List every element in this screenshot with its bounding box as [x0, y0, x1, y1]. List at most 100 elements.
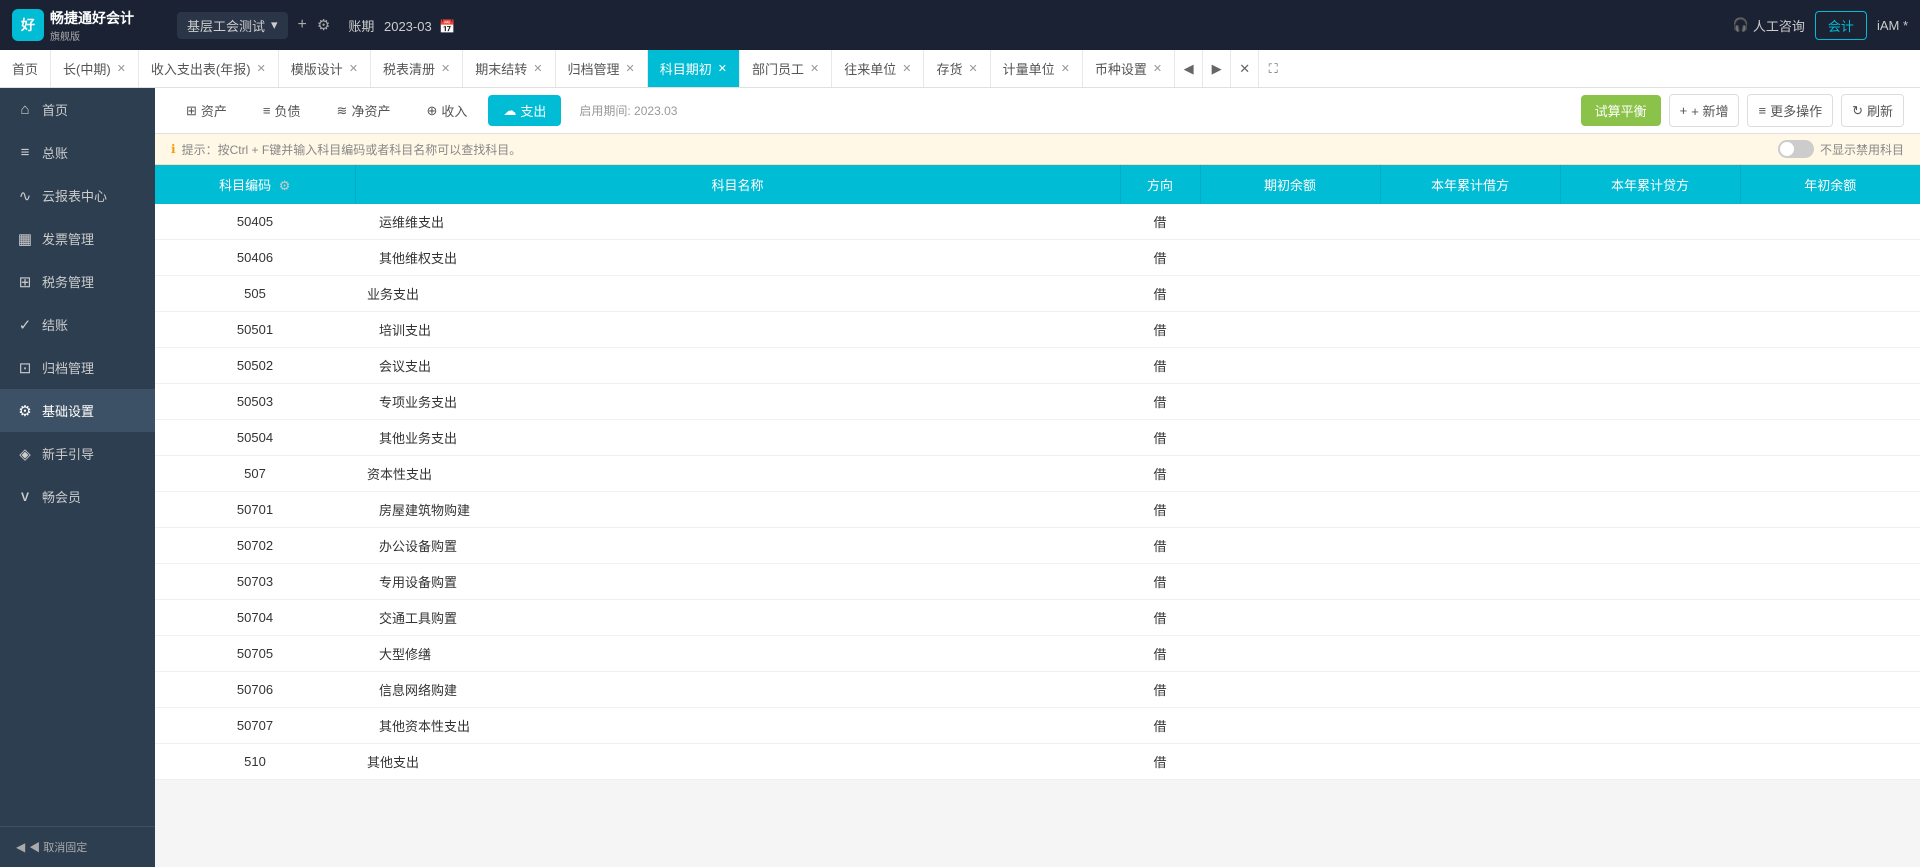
toolbar-right: 试算平衡 + + 新增 ≡ 更多操作 ↻ 刷新	[1581, 94, 1904, 127]
table-row[interactable]: 50502 会议支出 借	[155, 348, 1920, 384]
table-row[interactable]: 507 资本性支出 借	[155, 456, 1920, 492]
table-row[interactable]: 50702 办公设备购置 借	[155, 528, 1920, 564]
more-button[interactable]: ≡ 更多操作	[1747, 94, 1833, 127]
period-info: 启用期间: 2023.03	[579, 102, 677, 119]
tab-archive[interactable]: 归档管理 ✕	[556, 50, 648, 88]
sidebar-item-report[interactable]: ∿ 云报表中心	[0, 174, 155, 217]
tab-balance[interactable]: 长(中期) ✕	[51, 50, 139, 88]
table-row[interactable]: 50503 专项业务支出 借	[155, 384, 1920, 420]
tab-close-template[interactable]: ✕	[349, 62, 358, 75]
tab-income[interactable]: 收入支出表(年报) ✕	[139, 50, 279, 88]
cell-name: 信息网络购建	[355, 672, 1120, 708]
tab-dept[interactable]: 部门员工 ✕	[740, 50, 832, 88]
table-row[interactable]: 50705 大型修缮 借	[155, 636, 1920, 672]
tab-close-income[interactable]: ✕	[257, 62, 266, 75]
cell-ytd-credit	[1560, 708, 1740, 744]
sidebar-item-archive[interactable]: ⊡ 归档管理	[0, 346, 155, 389]
table-row[interactable]: 50405 运维维支出 借	[155, 204, 1920, 240]
add-button[interactable]: + + 新增	[1669, 94, 1740, 127]
table-row[interactable]: 50701 房屋建筑物购建 借	[155, 492, 1920, 528]
cell-ytd-credit	[1560, 240, 1740, 276]
add-org-icon[interactable]: +	[298, 16, 307, 34]
cell-ytd-debit	[1380, 492, 1560, 528]
tab-period-end[interactable]: 期末结转 ✕	[463, 50, 555, 88]
cell-opening-balance	[1200, 348, 1380, 384]
sidebar-item-settings[interactable]: ⚙ 基础设置	[0, 389, 155, 432]
cat-tab-expense[interactable]: ☁ 支出	[488, 95, 561, 126]
cell-ytd-debit	[1380, 204, 1560, 240]
cell-ytd-credit	[1560, 276, 1740, 312]
cell-ytd-debit	[1380, 384, 1560, 420]
table-row[interactable]: 50707 其他资本性支出 借	[155, 708, 1920, 744]
sidebar-item-ledger[interactable]: ≡ 总账	[0, 131, 155, 174]
refresh-button[interactable]: ↻ 刷新	[1841, 94, 1904, 127]
tab-close-unit[interactable]: ✕	[1061, 62, 1070, 75]
top-bar: 好 畅捷通好会计 旗舰版 基层工会测试 ▾ + ⚙ 账期 2023-03 📅 🎧…	[0, 0, 1920, 50]
tab-close-currency[interactable]: ✕	[1153, 62, 1162, 75]
tab-close-period-end[interactable]: ✕	[533, 62, 542, 75]
balance-button[interactable]: 试算平衡	[1581, 95, 1661, 126]
info-icon: ℹ	[171, 142, 176, 156]
table-row[interactable]: 50704 交通工具购置 借	[155, 600, 1920, 636]
cell-opening-balance	[1200, 492, 1380, 528]
tab-close-all-button[interactable]: ✕	[1231, 50, 1259, 88]
main-layout: ⌂ 首页 ≡ 总账 ∿ 云报表中心 ▦ 发票管理 ⊞ 税务管理 ✓ 结账	[0, 88, 1920, 867]
tab-home[interactable]: 首页	[0, 50, 51, 88]
account-button[interactable]: 会计	[1815, 11, 1867, 40]
tab-close-balance[interactable]: ✕	[117, 62, 126, 75]
disable-toggle[interactable]	[1778, 140, 1814, 158]
table-row[interactable]: 50406 其他维权支出 借	[155, 240, 1920, 276]
cell-ytd-credit	[1560, 600, 1740, 636]
cat-tab-asset[interactable]: ⊞ 资产	[171, 95, 242, 126]
tab-expand-button[interactable]: ⛶	[1259, 50, 1287, 88]
sidebar-item-settlement[interactable]: ✓ 结账	[0, 303, 155, 346]
calendar-icon[interactable]: 📅	[439, 19, 455, 34]
cat-tab-income[interactable]: ⊕ 收入	[411, 95, 482, 126]
cell-direction: 借	[1120, 420, 1200, 456]
tab-counterpart[interactable]: 往来单位 ✕	[832, 50, 924, 88]
top-bar-actions: 🎧 人工咨询 会计 iAM *	[1733, 11, 1908, 40]
cat-tab-net-asset[interactable]: ≋ 净资产	[322, 95, 406, 126]
tab-prev-button[interactable]: ◀	[1175, 50, 1203, 88]
sidebar-item-invoice[interactable]: ▦ 发票管理	[0, 217, 155, 260]
sidebar-item-home[interactable]: ⌂ 首页	[0, 88, 155, 131]
tab-subject-init[interactable]: 科目期初 ✕	[648, 50, 740, 88]
tab-close-dept[interactable]: ✕	[810, 62, 819, 75]
table-row[interactable]: 510 其他支出 借	[155, 744, 1920, 780]
cell-ytd-debit	[1380, 564, 1560, 600]
tab-close-counterpart[interactable]: ✕	[902, 62, 911, 75]
cell-name: 其他支出	[355, 744, 1120, 780]
tab-tax[interactable]: 税表清册 ✕	[371, 50, 463, 88]
cat-tab-liability[interactable]: ≡ 负债	[248, 95, 316, 126]
tab-currency[interactable]: 币种设置 ✕	[1083, 50, 1175, 88]
settings-icon[interactable]: ⚙	[317, 16, 330, 34]
cell-name: 会议支出	[355, 348, 1120, 384]
cell-code: 50707	[155, 708, 355, 744]
sidebar-collapse-button[interactable]: ◀ ◀ 取消固定	[0, 826, 155, 867]
sidebar-item-guide[interactable]: ◈ 新手引导	[0, 432, 155, 475]
tab-next-button[interactable]: ▶	[1203, 50, 1231, 88]
org-selector[interactable]: 基层工会测试 ▾	[177, 12, 288, 39]
tab-template[interactable]: 模版设计 ✕	[279, 50, 371, 88]
cell-name: 运维维支出	[355, 204, 1120, 240]
cell-name: 资本性支出	[355, 456, 1120, 492]
col-code-label: 科目编码	[219, 178, 271, 193]
help-button[interactable]: 🎧 人工咨询	[1733, 16, 1805, 35]
table-row[interactable]: 505 业务支出 借	[155, 276, 1920, 312]
tab-close-archive[interactable]: ✕	[626, 62, 635, 75]
cell-code: 50501	[155, 312, 355, 348]
tab-unit[interactable]: 计量单位 ✕	[991, 50, 1083, 88]
col-settings-icon[interactable]: ⚙	[279, 178, 291, 193]
tab-close-inventory[interactable]: ✕	[968, 62, 977, 75]
tab-close-subject-init[interactable]: ✕	[718, 62, 727, 75]
table-row[interactable]: 50706 信息网络购建 借	[155, 672, 1920, 708]
counterpart-tab-label: 往来单位	[844, 59, 896, 78]
table-row[interactable]: 50501 培训支出 借	[155, 312, 1920, 348]
table-row[interactable]: 50703 专用设备购置 借	[155, 564, 1920, 600]
sidebar-item-tax[interactable]: ⊞ 税务管理	[0, 260, 155, 303]
invoice-icon: ▦	[16, 230, 34, 248]
table-row[interactable]: 50504 其他业务支出 借	[155, 420, 1920, 456]
sidebar-item-member[interactable]: V 畅会员	[0, 475, 155, 518]
tab-close-tax[interactable]: ✕	[441, 62, 450, 75]
tab-inventory[interactable]: 存货 ✕	[924, 50, 990, 88]
